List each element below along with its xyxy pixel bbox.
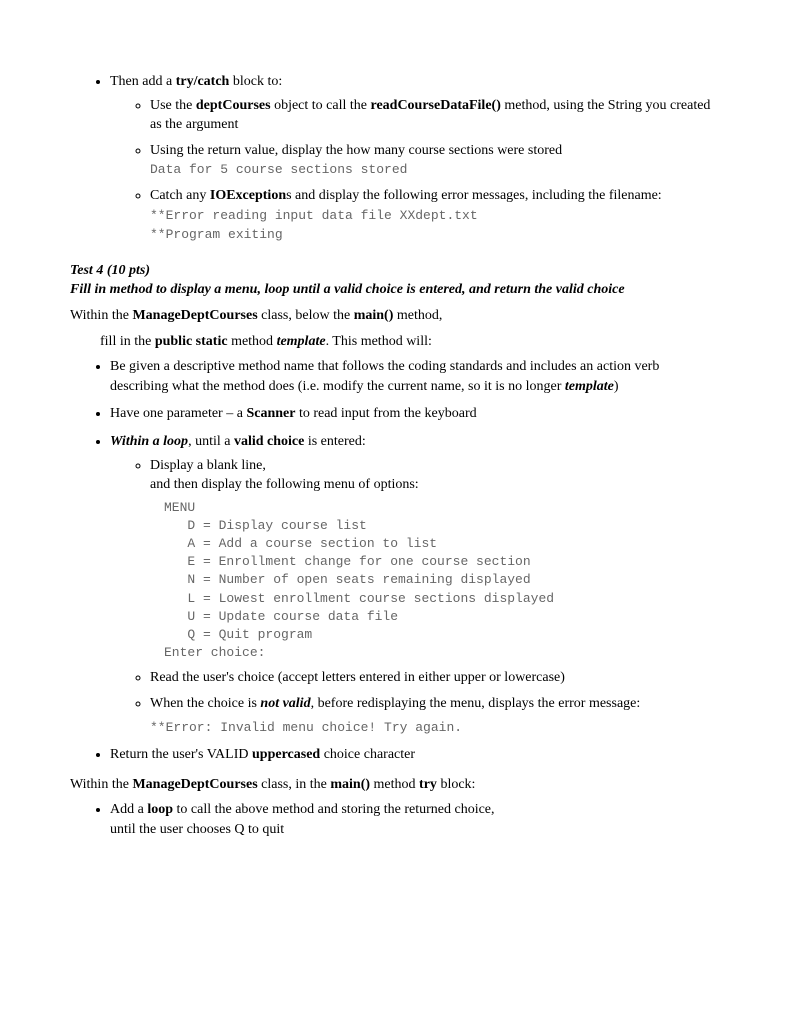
code-line: **Program exiting <box>150 227 283 242</box>
text: block to: <box>233 74 282 89</box>
list-item: Add a loop to call the above method and … <box>110 800 721 839</box>
test4-heading: Test 4 (10 pts) Fill in method to displa… <box>70 261 721 300</box>
text: , before redisplaying the menu, displays… <box>311 696 641 711</box>
text: , until a <box>188 434 230 449</box>
text: Using the return value, display the how … <box>150 143 562 158</box>
para: Within the ManageDeptCourses class, belo… <box>70 306 721 326</box>
text: Within the <box>70 308 129 323</box>
code-line: **Error reading input data file XXdept.t… <box>150 208 478 223</box>
code-line: MENU <box>164 499 721 517</box>
text-bold: public static <box>155 334 228 349</box>
text: Display a blank line, <box>150 458 266 473</box>
text: Add a <box>110 802 144 817</box>
text-bold: try/catch <box>176 74 230 89</box>
code-line: Q = Quit program <box>164 626 721 644</box>
text: class, below the <box>261 308 350 323</box>
menu-code-block: MENU D = Display course list A = Add a c… <box>150 499 721 663</box>
text-bolditalic: Within a loop <box>110 434 188 449</box>
code-line: A = Add a course section to list <box>164 535 721 553</box>
text: Have one parameter – a <box>110 406 243 421</box>
text-bolditalic: not valid <box>260 696 310 711</box>
text-bold: IOException <box>210 188 286 203</box>
code-line: D = Display course list <box>164 517 721 535</box>
text: and then display the following menu of o… <box>150 477 419 492</box>
text-bold: try <box>419 777 437 792</box>
text: is entered: <box>308 434 366 449</box>
list-item: Within a loop, until a valid choice is e… <box>110 432 721 737</box>
text-bold: ManageDeptCourses <box>132 308 257 323</box>
para: Within the ManageDeptCourses class, in t… <box>70 775 721 795</box>
code-line: U = Update course data file <box>164 608 721 626</box>
text-bold: main() <box>330 777 370 792</box>
list-item: Catch any IOExceptions and display the f… <box>150 186 721 245</box>
text: Catch any <box>150 188 206 203</box>
text: . This method will: <box>326 334 432 349</box>
code-line: **Error: Invalid menu choice! Try again. <box>150 720 462 735</box>
text: fill in the <box>100 334 151 349</box>
text: choice character <box>324 747 415 762</box>
list-item: Then add a try/catch block to: Use the d… <box>110 72 721 245</box>
text: method, <box>397 308 443 323</box>
text: Within the <box>70 777 129 792</box>
sub-list: Display a blank line, and then display t… <box>110 456 721 738</box>
text-bold: deptCourses <box>196 98 271 113</box>
code-line: Data for 5 course sections stored <box>150 162 407 177</box>
text-bold: readCourseDataFile() <box>370 98 500 113</box>
code-line: E = Enrollment change for one course sec… <box>164 553 721 571</box>
text-bold: ManageDeptCourses <box>132 777 257 792</box>
list-item: Have one parameter – a Scanner to read i… <box>110 404 721 424</box>
text: class, in the <box>261 777 327 792</box>
heading-subtitle: Fill in method to display a menu, loop u… <box>70 282 625 297</box>
list-item: When the choice is not valid, before red… <box>150 694 721 737</box>
text: object to call the <box>274 98 367 113</box>
text-bold: uppercased <box>252 747 320 762</box>
text: Return the user's VALID <box>110 747 249 762</box>
top-bullet-list: Then add a try/catch block to: Use the d… <box>70 72 721 245</box>
sub-list: Use the deptCourses object to call the r… <box>110 96 721 245</box>
text: to read input from the keyboard <box>299 406 477 421</box>
text-bold: main() <box>354 308 394 323</box>
text: Read the user's choice (accept letters e… <box>150 670 565 685</box>
text-bolditalic: template <box>565 379 614 394</box>
final-bullets: Add a loop to call the above method and … <box>70 800 721 839</box>
list-item: Using the return value, display the how … <box>150 141 721 180</box>
text-bold: valid choice <box>234 434 304 449</box>
list-item: Display a blank line, and then display t… <box>150 456 721 663</box>
list-item: Return the user's VALID uppercased choic… <box>110 745 721 765</box>
method-bullets: Be given a descriptive method name that … <box>70 357 721 765</box>
heading-title: Test 4 (10 pts) <box>70 263 150 278</box>
text: ) <box>614 379 619 394</box>
list-item: Use the deptCourses object to call the r… <box>150 96 721 135</box>
code-line: Enter choice: <box>164 644 721 662</box>
list-item: Read the user's choice (accept letters e… <box>150 668 721 688</box>
text: When the choice is <box>150 696 257 711</box>
text-bold: loop <box>147 802 173 817</box>
text: method <box>231 334 273 349</box>
code-line: N = Number of open seats remaining displ… <box>164 571 721 589</box>
list-item: Be given a descriptive method name that … <box>110 357 721 396</box>
text-bolditalic: template <box>277 334 326 349</box>
text-bold: Scanner <box>246 406 295 421</box>
para-indented: fill in the public static method templat… <box>70 332 721 352</box>
text: block: <box>440 777 475 792</box>
text: method <box>374 777 416 792</box>
text: Then add a <box>110 74 172 89</box>
text: s and display the following error messag… <box>286 188 662 203</box>
text: Use the <box>150 98 192 113</box>
text: until the user chooses Q to quit <box>110 822 284 837</box>
text: to call the above method and storing the… <box>177 802 495 817</box>
code-line: L = Lowest enrollment course sections di… <box>164 590 721 608</box>
